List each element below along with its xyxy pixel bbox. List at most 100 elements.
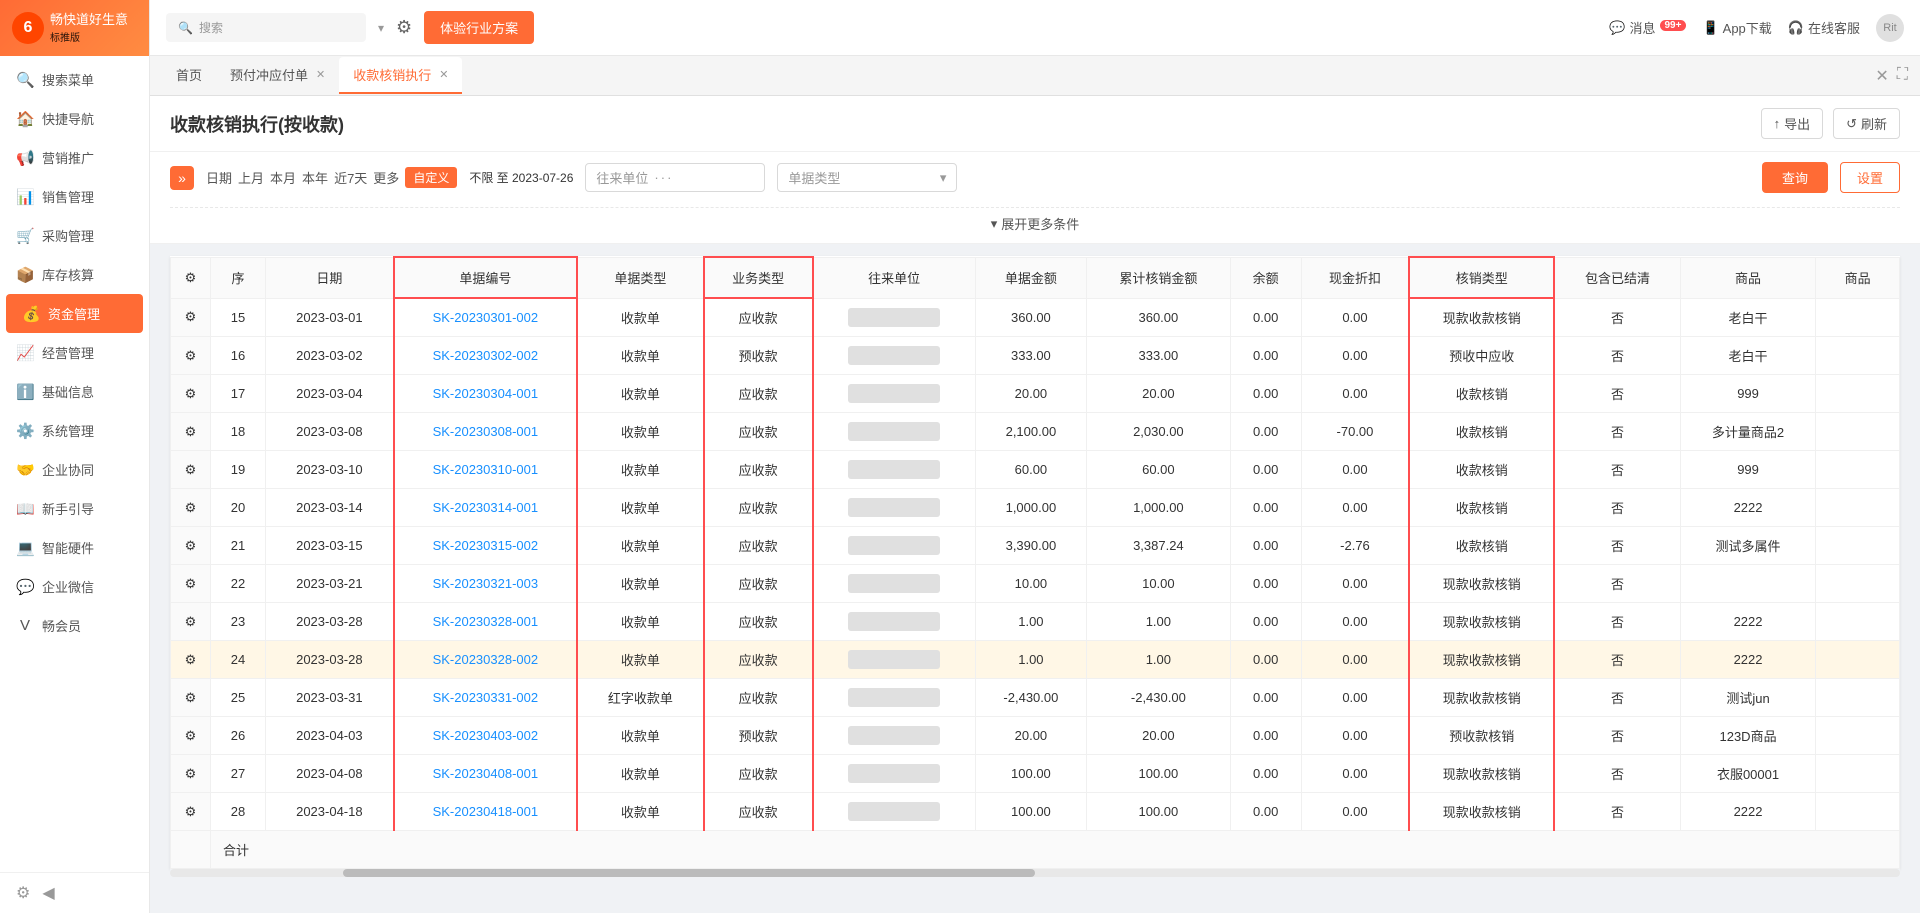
table-row[interactable]: ⚙ 24 2023-03-28 SK-20230328-002 收款单 应收款 … — [171, 641, 1900, 679]
filter-settings-btn[interactable]: 设置 — [1840, 162, 1900, 193]
cell-gear[interactable]: ⚙ — [171, 755, 211, 793]
date-more[interactable]: 更多 — [373, 168, 399, 187]
sidebar-item-sales[interactable]: 📊销售管理 — [0, 177, 149, 216]
query-btn[interactable]: 查询 — [1762, 162, 1828, 193]
expand-icon[interactable]: ⛶ — [1897, 66, 1908, 86]
cell-bill-no[interactable]: SK-20230308-001 — [394, 413, 577, 451]
cell-gear[interactable]: ⚙ — [171, 451, 211, 489]
cell-bill-no[interactable]: SK-20230328-002 — [394, 641, 577, 679]
table-row[interactable]: ⚙ 16 2023-03-02 SK-20230302-002 收款单 预收款 … — [171, 337, 1900, 375]
bill-no-link[interactable]: SK-20230328-002 — [433, 652, 539, 667]
bill-no-link[interactable]: SK-20230308-001 — [433, 424, 539, 439]
bill-no-link[interactable]: SK-20230315-002 — [433, 538, 539, 553]
bill-no-link[interactable]: SK-20230403-002 — [433, 728, 539, 743]
table-row[interactable]: ⚙ 20 2023-03-14 SK-20230314-001 收款单 应收款 … — [171, 489, 1900, 527]
counterpart-filter[interactable]: 往来单位 ··· — [585, 163, 765, 192]
cell-gear[interactable]: ⚙ — [171, 298, 211, 337]
cell-gear[interactable]: ⚙ — [171, 603, 211, 641]
date-this-month[interactable]: 本月 — [270, 168, 296, 187]
table-row[interactable]: ⚙ 19 2023-03-10 SK-20230310-001 收款单 应收款 … — [171, 451, 1900, 489]
cell-bill-no[interactable]: SK-20230418-001 — [394, 793, 577, 831]
sidebar-item-newbie[interactable]: 📖新手引导 — [0, 489, 149, 528]
online-service-action[interactable]: 🎧 在线客服 — [1788, 18, 1860, 37]
tab-close-payable[interactable]: ✕ — [316, 68, 325, 81]
cell-bill-no[interactable]: SK-20230301-002 — [394, 298, 577, 337]
sidebar-item-system[interactable]: ⚙️系统管理 — [0, 411, 149, 450]
col-header-gear[interactable]: ⚙ — [171, 257, 211, 298]
table-row[interactable]: ⚙ 23 2023-03-28 SK-20230328-001 收款单 应收款 … — [171, 603, 1900, 641]
date-last-month[interactable]: 上月 — [238, 168, 264, 187]
sidebar-item-guide[interactable]: 🏠快捷导航 — [0, 99, 149, 138]
cell-gear[interactable]: ⚙ — [171, 413, 211, 451]
refresh-btn[interactable]: ↺ 刷新 — [1833, 108, 1900, 139]
settings-gear-icon[interactable]: ⚙ — [396, 17, 412, 38]
cell-gear[interactable]: ⚙ — [171, 565, 211, 603]
sidebar-item-inventory[interactable]: 📦库存核算 — [0, 255, 149, 294]
cell-bill-no[interactable]: SK-20230302-002 — [394, 337, 577, 375]
bill-no-link[interactable]: SK-20230408-001 — [433, 766, 539, 781]
cell-gear[interactable]: ⚙ — [171, 527, 211, 565]
date-this-year[interactable]: 本年 — [302, 168, 328, 187]
bill-no-link[interactable]: SK-20230301-002 — [433, 310, 539, 325]
sidebar-item-marketing[interactable]: 📢营销推广 — [0, 138, 149, 177]
industry-btn[interactable]: 体验行业方案 — [424, 11, 534, 44]
table-row[interactable]: ⚙ 21 2023-03-15 SK-20230315-002 收款单 应收款 … — [171, 527, 1900, 565]
cell-bill-no[interactable]: SK-20230408-001 — [394, 755, 577, 793]
cell-bill-no[interactable]: SK-20230315-002 — [394, 527, 577, 565]
cell-bill-no[interactable]: SK-20230304-001 — [394, 375, 577, 413]
cell-gear[interactable]: ⚙ — [171, 489, 211, 527]
cell-gear[interactable]: ⚙ — [171, 375, 211, 413]
app-download-action[interactable]: 📱 App下载 — [1702, 18, 1771, 37]
table-row[interactable]: ⚙ 28 2023-04-18 SK-20230418-001 收款单 应收款 … — [171, 793, 1900, 831]
bill-no-link[interactable]: SK-20230331-002 — [433, 690, 539, 705]
sidebar-item-base[interactable]: ℹ️基础信息 — [0, 372, 149, 411]
more-conditions-btn[interactable]: ▾ 展开更多条件 — [991, 214, 1080, 233]
cell-bill-no[interactable]: SK-20230403-002 — [394, 717, 577, 755]
tab-home[interactable]: 首页 — [162, 57, 216, 94]
message-action[interactable]: 💬 消息 99+ — [1609, 18, 1686, 37]
sidebar-item-search[interactable]: 🔍搜索菜单 — [0, 60, 149, 99]
cell-gear[interactable]: ⚙ — [171, 337, 211, 375]
export-btn[interactable]: ↑ 导出 — [1761, 108, 1824, 139]
table-row[interactable]: ⚙ 25 2023-03-31 SK-20230331-002 红字收款单 应收… — [171, 679, 1900, 717]
cell-bill-no[interactable]: SK-20230310-001 — [394, 451, 577, 489]
table-row[interactable]: ⚙ 27 2023-04-08 SK-20230408-001 收款单 应收款 … — [171, 755, 1900, 793]
bill-no-link[interactable]: SK-20230302-002 — [433, 348, 539, 363]
sidebar-item-member[interactable]: V畅会员 — [0, 606, 149, 645]
bill-no-link[interactable]: SK-20230328-001 — [433, 614, 539, 629]
tab-payable[interactable]: 预付冲应付单✕ — [216, 57, 339, 94]
cell-gear[interactable]: ⚙ — [171, 641, 211, 679]
cell-bill-no[interactable]: SK-20230331-002 — [394, 679, 577, 717]
cell-gear[interactable]: ⚙ — [171, 717, 211, 755]
sidebar-item-purchase[interactable]: 🛒采购管理 — [0, 216, 149, 255]
bill-no-link[interactable]: SK-20230304-001 — [433, 386, 539, 401]
cell-bill-no[interactable]: SK-20230328-001 — [394, 603, 577, 641]
sidebar-item-wechat[interactable]: 💬企业微信 — [0, 567, 149, 606]
cell-gear[interactable]: ⚙ — [171, 679, 211, 717]
sidebar-item-business[interactable]: 📈经营管理 — [0, 333, 149, 372]
bill-type-filter[interactable]: 单据类型 ▾ — [777, 163, 957, 192]
bill-no-link[interactable]: SK-20230314-001 — [433, 500, 539, 515]
user-avatar[interactable]: Rit — [1876, 14, 1904, 42]
dropdown-chevron-icon[interactable]: ▾ — [378, 21, 384, 35]
date-7days[interactable]: 近7天 — [334, 168, 367, 187]
sidebar-item-enterprise[interactable]: 🤝企业协同 — [0, 450, 149, 489]
horizontal-scrollbar[interactable] — [170, 869, 1900, 877]
sidebar-collapse-icon[interactable]: ◀ — [42, 883, 54, 903]
tab-receipt[interactable]: 收款核销执行✕ — [339, 57, 462, 94]
sidebar-item-hardware[interactable]: 💻智能硬件 — [0, 528, 149, 567]
bill-no-link[interactable]: SK-20230418-001 — [433, 804, 539, 819]
tab-close-receipt[interactable]: ✕ — [439, 68, 448, 81]
topbar-search[interactable]: 🔍 搜索 — [166, 13, 366, 42]
sidebar-item-finance[interactable]: 💰资金管理 — [6, 294, 143, 333]
table-row[interactable]: ⚙ 15 2023-03-01 SK-20230301-002 收款单 应收款 … — [171, 298, 1900, 337]
cell-bill-no[interactable]: SK-20230314-001 — [394, 489, 577, 527]
filter-expand-btn[interactable]: » — [170, 166, 194, 190]
table-row[interactable]: ⚙ 22 2023-03-21 SK-20230321-003 收款单 应收款 … — [171, 565, 1900, 603]
table-row[interactable]: ⚙ 26 2023-04-03 SK-20230403-002 收款单 预收款 … — [171, 717, 1900, 755]
table-row[interactable]: ⚙ 18 2023-03-08 SK-20230308-001 收款单 应收款 … — [171, 413, 1900, 451]
cell-gear[interactable]: ⚙ — [171, 793, 211, 831]
bill-no-link[interactable]: SK-20230310-001 — [433, 462, 539, 477]
sidebar-settings-icon[interactable]: ⚙ — [16, 883, 30, 903]
table-row[interactable]: ⚙ 17 2023-03-04 SK-20230304-001 收款单 应收款 … — [171, 375, 1900, 413]
